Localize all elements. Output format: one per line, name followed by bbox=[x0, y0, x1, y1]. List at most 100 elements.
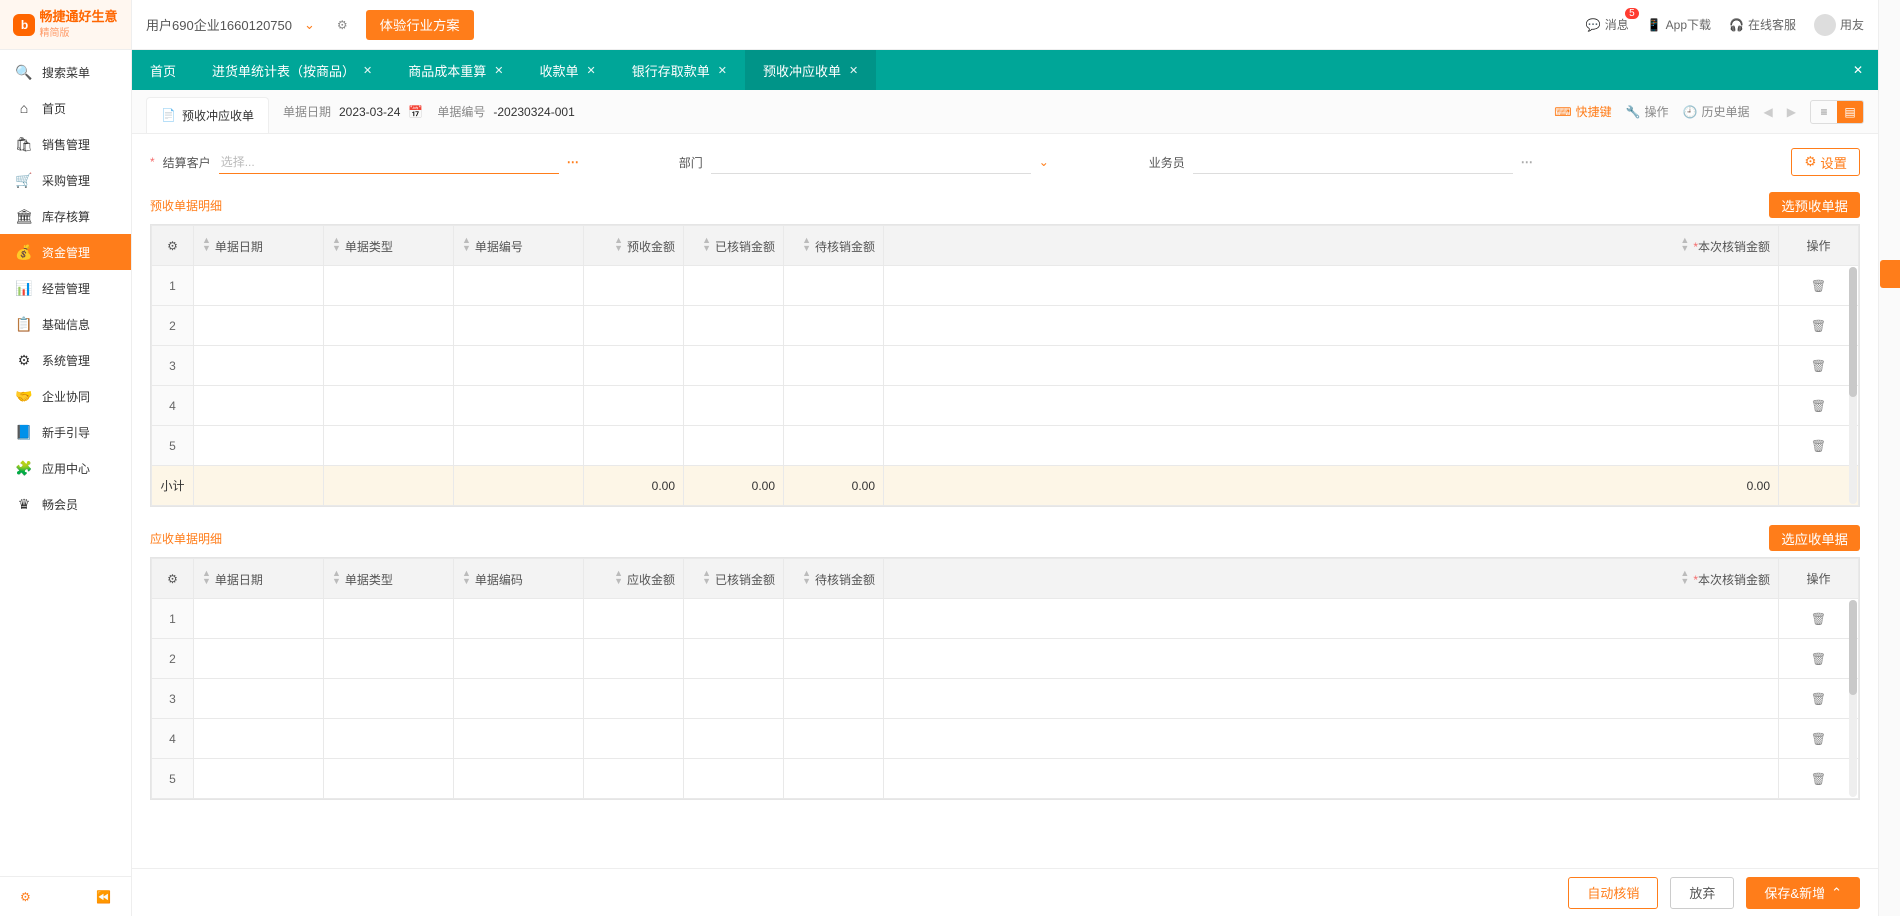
close-icon[interactable]: ✕ bbox=[587, 64, 596, 77]
select-receivable-button[interactable]: 选应收单据 bbox=[1769, 525, 1860, 551]
auto-verify-button[interactable]: 自动核销 bbox=[1568, 877, 1658, 909]
table-row[interactable]: 4🗑 bbox=[152, 719, 1859, 759]
user-menu[interactable]: 用友 bbox=[1814, 14, 1864, 36]
col-toverify[interactable]: ▲▼待核销金额 bbox=[784, 226, 884, 266]
settings-button[interactable]: ⚙ 设置 bbox=[1791, 148, 1860, 176]
history-link[interactable]: 🕘 历史单据 bbox=[1683, 103, 1750, 120]
sidebar-item-3[interactable]: 🛒采购管理 bbox=[0, 162, 131, 198]
clerk-input[interactable] bbox=[1193, 150, 1513, 174]
delete-row-icon[interactable]: 🗑 bbox=[1779, 679, 1859, 719]
settings-icon[interactable]: ⚙ bbox=[20, 890, 31, 904]
prev-icon[interactable]: ◀ bbox=[1764, 105, 1773, 119]
delete-row-icon[interactable]: 🗑 bbox=[1779, 426, 1859, 466]
sidebar-item-9[interactable]: 🤝企业协同 bbox=[0, 378, 131, 414]
app-download-link[interactable]: 📱 App下载 bbox=[1647, 16, 1711, 33]
sidebar-item-8[interactable]: ⚙系统管理 bbox=[0, 342, 131, 378]
dept-input[interactable] bbox=[711, 150, 1031, 174]
customer-lookup-icon[interactable]: ⋯ bbox=[567, 155, 579, 169]
sidebar-item-1[interactable]: ⌂首页 bbox=[0, 90, 131, 126]
col-date[interactable]: ▲▼单据日期 bbox=[194, 559, 324, 599]
sidebar-item-5[interactable]: 💰资金管理 bbox=[0, 234, 131, 270]
clerk-lookup-icon[interactable]: ⋯ bbox=[1521, 155, 1533, 169]
delete-row-icon[interactable]: 🗑 bbox=[1779, 266, 1859, 306]
table-row[interactable]: 3🗑 bbox=[152, 679, 1859, 719]
col-no[interactable]: ▲▼单据编号 bbox=[454, 226, 584, 266]
sidebar-item-12[interactable]: ♛畅会员 bbox=[0, 486, 131, 522]
customer-service-link[interactable]: 🎧 在线客服 bbox=[1729, 16, 1796, 33]
col-verified[interactable]: ▲▼已核销金额 bbox=[684, 226, 784, 266]
table-scrollbar[interactable] bbox=[1849, 267, 1857, 504]
delete-row-icon[interactable]: 🗑 bbox=[1779, 386, 1859, 426]
close-icon[interactable]: ✕ bbox=[718, 64, 727, 77]
col-config[interactable]: ⚙ bbox=[152, 226, 194, 266]
chevron-down-icon[interactable]: ⌄ bbox=[1039, 155, 1049, 169]
next-icon[interactable]: ▶ bbox=[1787, 105, 1796, 119]
document-tab[interactable]: 📄 预收冲应收单 bbox=[146, 97, 269, 133]
col-recvamt[interactable]: ▲▼应收金额 bbox=[584, 559, 684, 599]
tab-1[interactable]: 进货单统计表（按商品）✕ bbox=[194, 50, 390, 90]
tab-4[interactable]: 银行存取款单✕ bbox=[614, 50, 745, 90]
table-row[interactable]: 5🗑 bbox=[152, 759, 1859, 799]
sidebar-item-0[interactable]: 🔍搜索菜单 bbox=[0, 54, 131, 90]
col-date[interactable]: ▲▼单据日期 bbox=[194, 226, 324, 266]
date-value[interactable]: 2023-03-24 bbox=[339, 105, 400, 119]
delete-row-icon[interactable]: 🗑 bbox=[1779, 639, 1859, 679]
col-type[interactable]: ▲▼单据类型 bbox=[324, 226, 454, 266]
sidebar-item-10[interactable]: 📘新手引导 bbox=[0, 414, 131, 450]
col-type[interactable]: ▲▼单据类型 bbox=[324, 559, 454, 599]
org-settings-icon[interactable]: ⚙ bbox=[337, 18, 348, 32]
close-icon[interactable]: ✕ bbox=[494, 64, 503, 77]
operate-link[interactable]: 🔧 操作 bbox=[1626, 103, 1669, 120]
org-selector[interactable]: 用户690企业1660120750 ⌄ bbox=[146, 15, 327, 34]
tab-label: 首页 bbox=[150, 61, 176, 80]
tab-2[interactable]: 商品成本重算✕ bbox=[390, 50, 521, 90]
nav-label: 应用中心 bbox=[42, 460, 90, 477]
tab-5[interactable]: 预收冲应收单✕ bbox=[745, 50, 876, 90]
col-verified[interactable]: ▲▼已核销金额 bbox=[684, 559, 784, 599]
collapse-icon[interactable]: ⏪ bbox=[96, 890, 111, 904]
close-icon[interactable]: ✕ bbox=[849, 64, 858, 77]
gear-icon: ⚙ bbox=[167, 572, 178, 586]
col-toverify[interactable]: ▲▼待核销金额 bbox=[784, 559, 884, 599]
col-no[interactable]: ▲▼单据编码 bbox=[454, 559, 584, 599]
tab-0[interactable]: 首页 bbox=[132, 50, 194, 90]
col-verified-label: 已核销金额 bbox=[715, 240, 775, 254]
col-preamt[interactable]: ▲▼预收金额 bbox=[584, 226, 684, 266]
table-row[interactable]: 1🗑 bbox=[152, 599, 1859, 639]
delete-row-icon[interactable]: 🗑 bbox=[1779, 306, 1859, 346]
table-row[interactable]: 5🗑 bbox=[152, 426, 1859, 466]
table-row[interactable]: 3🗑 bbox=[152, 346, 1859, 386]
view-detail-icon[interactable]: ▤ bbox=[1837, 101, 1863, 123]
table-row[interactable]: 1🗑 bbox=[152, 266, 1859, 306]
close-all-tabs[interactable]: ✕ bbox=[1838, 50, 1878, 90]
tab-3[interactable]: 收款单✕ bbox=[521, 50, 613, 90]
calendar-icon[interactable]: 📅 bbox=[408, 105, 423, 119]
delete-row-icon[interactable]: 🗑 bbox=[1779, 346, 1859, 386]
view-list-icon[interactable]: ≡ bbox=[1811, 101, 1837, 123]
col-thisverify[interactable]: ▲▼*本次核销金额 bbox=[884, 559, 1779, 599]
sidebar-item-4[interactable]: 🏛库存核算 bbox=[0, 198, 131, 234]
discard-button[interactable]: 放弃 bbox=[1670, 877, 1734, 909]
col-thisverify[interactable]: ▲▼*本次核销金额 bbox=[884, 226, 1779, 266]
table-row[interactable]: 4🗑 bbox=[152, 386, 1859, 426]
no-label: 单据编号 bbox=[437, 103, 485, 120]
save-new-button[interactable]: 保存&新增 ⌃ bbox=[1746, 877, 1860, 909]
delete-row-icon[interactable]: 🗑 bbox=[1779, 759, 1859, 799]
delete-row-icon[interactable]: 🗑 bbox=[1779, 599, 1859, 639]
sidebar-item-7[interactable]: 📋基础信息 bbox=[0, 306, 131, 342]
try-industry-button[interactable]: 体验行业方案 bbox=[366, 10, 474, 40]
sidebar-item-2[interactable]: 🛍销售管理 bbox=[0, 126, 131, 162]
table-row[interactable]: 2🗑 bbox=[152, 306, 1859, 346]
table-row[interactable]: 2🗑 bbox=[152, 639, 1859, 679]
sidebar-item-11[interactable]: 🧩应用中心 bbox=[0, 450, 131, 486]
close-icon[interactable]: ✕ bbox=[363, 64, 372, 77]
messages-link[interactable]: 💬 消息 5 bbox=[1586, 16, 1629, 33]
table-scrollbar[interactable] bbox=[1849, 600, 1857, 797]
col-config[interactable]: ⚙ bbox=[152, 559, 194, 599]
shortcut-link[interactable]: ⌨ 快捷键 bbox=[1554, 103, 1611, 120]
customer-input[interactable] bbox=[219, 151, 559, 174]
delete-row-icon[interactable]: 🗑 bbox=[1779, 719, 1859, 759]
sidebar-item-6[interactable]: 📊经营管理 bbox=[0, 270, 131, 306]
select-prepay-button[interactable]: 选预收单据 bbox=[1769, 192, 1860, 218]
rail-handle[interactable] bbox=[1880, 260, 1900, 288]
